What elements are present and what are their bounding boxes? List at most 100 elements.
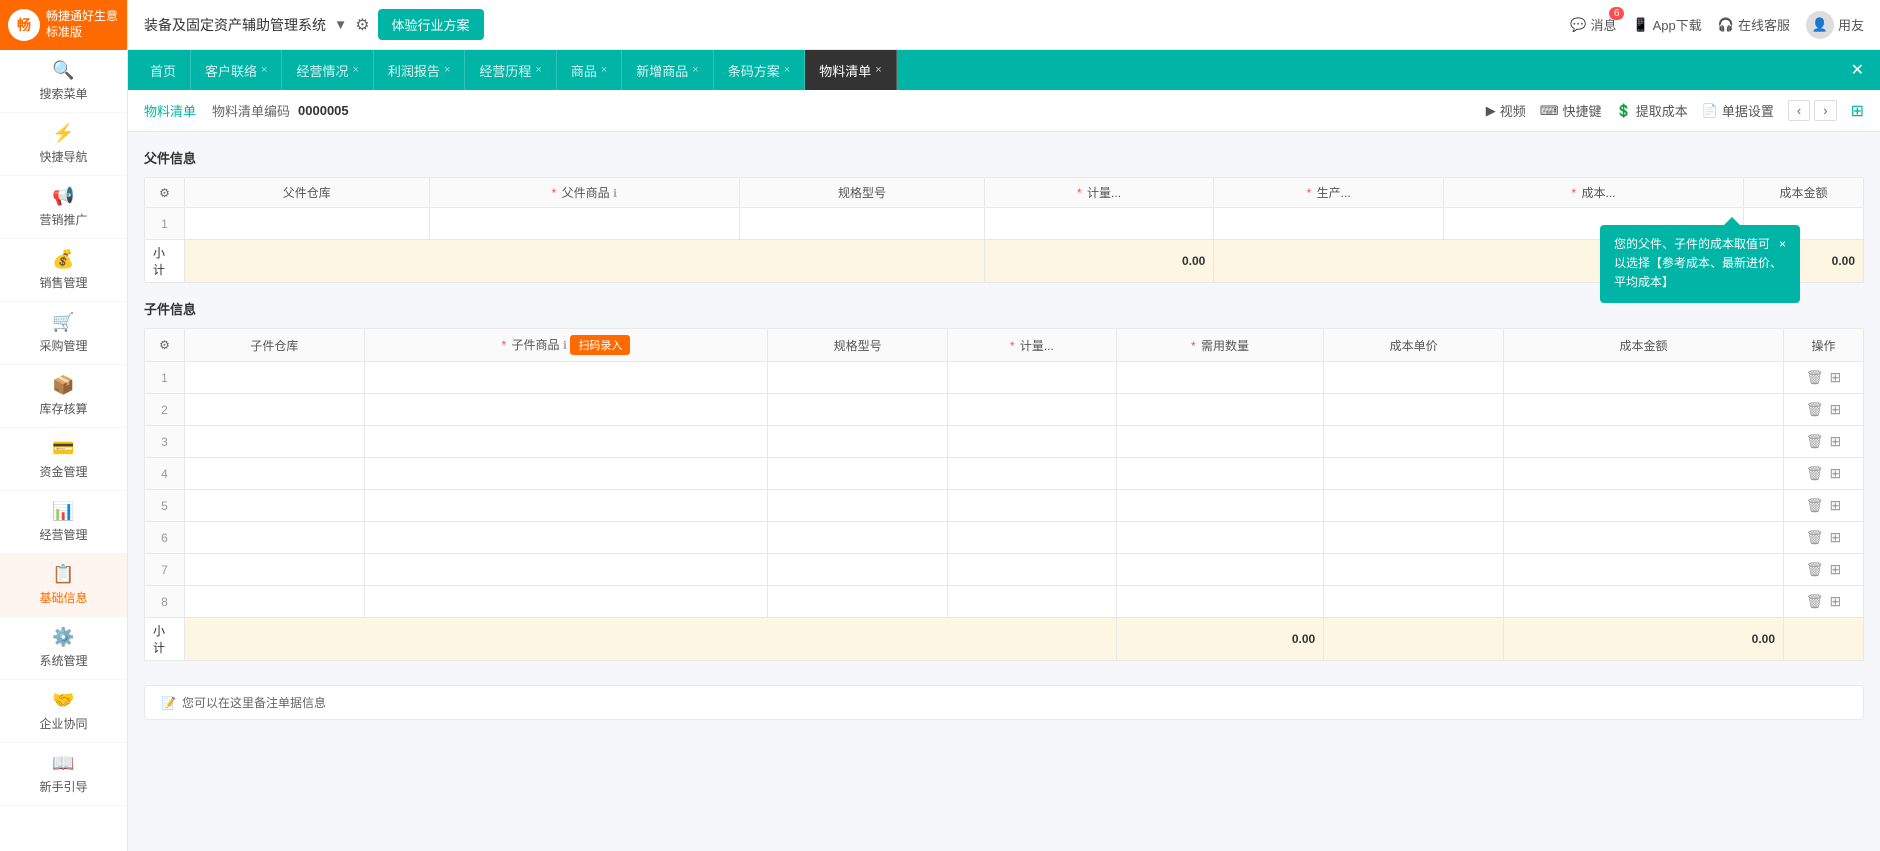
- copy-icon-2[interactable]: ⊞: [1830, 401, 1842, 418]
- child-unit-cell-3[interactable]: [947, 426, 1116, 458]
- message-btn[interactable]: 💬 消息 6: [1570, 15, 1616, 34]
- parent-spec-cell[interactable]: [740, 208, 985, 240]
- child-warehouse-cell-6[interactable]: [185, 522, 365, 554]
- child-spec-cell-2[interactable]: [768, 394, 948, 426]
- prev-btn[interactable]: ‹: [1788, 100, 1810, 121]
- grid-view-icon[interactable]: ⊞: [1851, 101, 1864, 121]
- sidebar-item-purchase[interactable]: 🛒 采购管理: [0, 302, 127, 365]
- col-settings-icon[interactable]: ⚙: [159, 186, 170, 200]
- child-quantity-cell-8[interactable]: [1116, 586, 1323, 618]
- sidebar-item-cooperation[interactable]: 🤝 企业协同: [0, 680, 127, 743]
- tab-close-new-product[interactable]: ×: [692, 64, 698, 76]
- child-warehouse-cell-3[interactable]: [185, 426, 365, 458]
- sidebar-item-sales[interactable]: 💰 销售管理: [0, 239, 127, 302]
- tab-close-all[interactable]: ✕: [1843, 60, 1872, 80]
- shortcut-btn[interactable]: ⌨ 快捷键: [1540, 101, 1602, 120]
- settings-btn[interactable]: ⚙: [355, 15, 369, 35]
- child-quantity-cell-2[interactable]: [1116, 394, 1323, 426]
- tab-close-products[interactable]: ×: [601, 64, 607, 76]
- copy-icon-8[interactable]: ⊞: [1830, 593, 1842, 610]
- scan-btn[interactable]: 扫码录入: [570, 335, 630, 355]
- tab-customers[interactable]: 客户联络 ×: [191, 50, 282, 90]
- child-product-cell-4[interactable]: [364, 458, 767, 490]
- delete-icon-6[interactable]: 🗑: [1806, 529, 1824, 546]
- sidebar-item-quick-nav[interactable]: ⚡ 快捷导航: [0, 113, 127, 176]
- child-spec-cell-1[interactable]: [768, 362, 948, 394]
- child-quantity-cell-5[interactable]: [1116, 490, 1323, 522]
- child-spec-cell-7[interactable]: [768, 554, 948, 586]
- sidebar-item-search[interactable]: 🔍 搜索菜单: [0, 50, 127, 113]
- copy-icon-4[interactable]: ⊞: [1830, 465, 1842, 482]
- sidebar-item-guide[interactable]: 📖 新手引导: [0, 743, 127, 806]
- sidebar-item-system[interactable]: ⚙️ 系统管理: [0, 617, 127, 680]
- tab-history[interactable]: 经营历程 ×: [465, 50, 556, 90]
- child-quantity-cell-4[interactable]: [1116, 458, 1323, 490]
- child-product-cell-6[interactable]: [364, 522, 767, 554]
- sidebar-item-finance[interactable]: 💳 资金管理: [0, 428, 127, 491]
- child-unit-cost-cell-7[interactable]: [1324, 554, 1504, 586]
- tooltip-close-btn[interactable]: ×: [1779, 235, 1786, 254]
- child-quantity-cell-7[interactable]: [1116, 554, 1323, 586]
- next-btn[interactable]: ›: [1814, 100, 1836, 121]
- child-product-cell-5[interactable]: [364, 490, 767, 522]
- child-unit-cost-cell-3[interactable]: [1324, 426, 1504, 458]
- child-warehouse-cell-1[interactable]: [185, 362, 365, 394]
- child-unit-cost-cell-4[interactable]: [1324, 458, 1504, 490]
- tab-close-profit[interactable]: ×: [444, 64, 450, 76]
- view-btn[interactable]: ▶ 视频: [1486, 101, 1526, 120]
- child-unit-cost-cell-1[interactable]: [1324, 362, 1504, 394]
- child-unit-cost-cell-2[interactable]: [1324, 394, 1504, 426]
- child-unit-cost-cell-6[interactable]: [1324, 522, 1504, 554]
- tab-close-operations[interactable]: ×: [352, 64, 358, 76]
- delete-icon-2[interactable]: 🗑: [1806, 401, 1824, 418]
- copy-icon-7[interactable]: ⊞: [1830, 561, 1842, 578]
- child-unit-cell-8[interactable]: [947, 586, 1116, 618]
- tab-new-product[interactable]: 新增商品 ×: [622, 50, 713, 90]
- delete-icon-3[interactable]: 🗑: [1806, 433, 1824, 450]
- parent-production-cell[interactable]: [1214, 208, 1444, 240]
- sidebar-item-marketing[interactable]: 📢 营销推广: [0, 176, 127, 239]
- delete-icon-4[interactable]: 🗑: [1806, 465, 1824, 482]
- tab-close-customers[interactable]: ×: [261, 64, 267, 76]
- experience-btn[interactable]: 体验行业方案: [378, 9, 484, 40]
- tab-operations[interactable]: 经营情况 ×: [282, 50, 373, 90]
- tab-home[interactable]: 首页: [136, 50, 191, 90]
- child-product-cell-7[interactable]: [364, 554, 767, 586]
- parent-warehouse-cell[interactable]: [185, 208, 430, 240]
- child-col-settings-icon[interactable]: ⚙: [159, 338, 170, 352]
- tab-barcode[interactable]: 条码方案 ×: [714, 50, 805, 90]
- extract-cost-btn[interactable]: 💲 提取成本: [1616, 101, 1688, 120]
- child-unit-cell-2[interactable]: [947, 394, 1116, 426]
- system-select-btn[interactable]: ▼: [334, 17, 347, 32]
- tab-close-history[interactable]: ×: [535, 64, 541, 76]
- child-warehouse-cell-8[interactable]: [185, 586, 365, 618]
- child-warehouse-cell-4[interactable]: [185, 458, 365, 490]
- single-setup-btn[interactable]: 📄 单据设置: [1702, 101, 1774, 120]
- child-product-cell-8[interactable]: [364, 586, 767, 618]
- child-spec-cell-8[interactable]: [768, 586, 948, 618]
- child-quantity-cell-1[interactable]: [1116, 362, 1323, 394]
- child-spec-cell-5[interactable]: [768, 490, 948, 522]
- parent-product-cell[interactable]: [429, 208, 740, 240]
- delete-icon-5[interactable]: 🗑: [1806, 497, 1824, 514]
- service-btn[interactable]: 🎧 在线客服: [1718, 15, 1790, 34]
- tab-profit[interactable]: 利润报告 ×: [374, 50, 465, 90]
- child-spec-cell-3[interactable]: [768, 426, 948, 458]
- copy-icon-3[interactable]: ⊞: [1830, 433, 1842, 450]
- user-menu[interactable]: 👤 用友: [1806, 11, 1864, 39]
- child-unit-cell-4[interactable]: [947, 458, 1116, 490]
- child-product-cell-3[interactable]: [364, 426, 767, 458]
- copy-icon-1[interactable]: ⊞: [1830, 369, 1842, 386]
- sidebar-item-operation[interactable]: 📊 经营管理: [0, 491, 127, 554]
- child-quantity-cell-6[interactable]: [1116, 522, 1323, 554]
- tab-close-bom[interactable]: ×: [875, 64, 881, 76]
- delete-icon-1[interactable]: 🗑: [1806, 369, 1824, 386]
- child-quantity-cell-3[interactable]: [1116, 426, 1323, 458]
- copy-icon-5[interactable]: ⊞: [1830, 497, 1842, 514]
- child-product-cell-1[interactable]: [364, 362, 767, 394]
- child-unit-cost-cell-5[interactable]: [1324, 490, 1504, 522]
- child-unit-cost-cell-8[interactable]: [1324, 586, 1504, 618]
- breadcrumb-list-link[interactable]: 物料清单: [144, 101, 196, 120]
- tab-products[interactable]: 商品 ×: [557, 50, 622, 90]
- child-unit-cell-7[interactable]: [947, 554, 1116, 586]
